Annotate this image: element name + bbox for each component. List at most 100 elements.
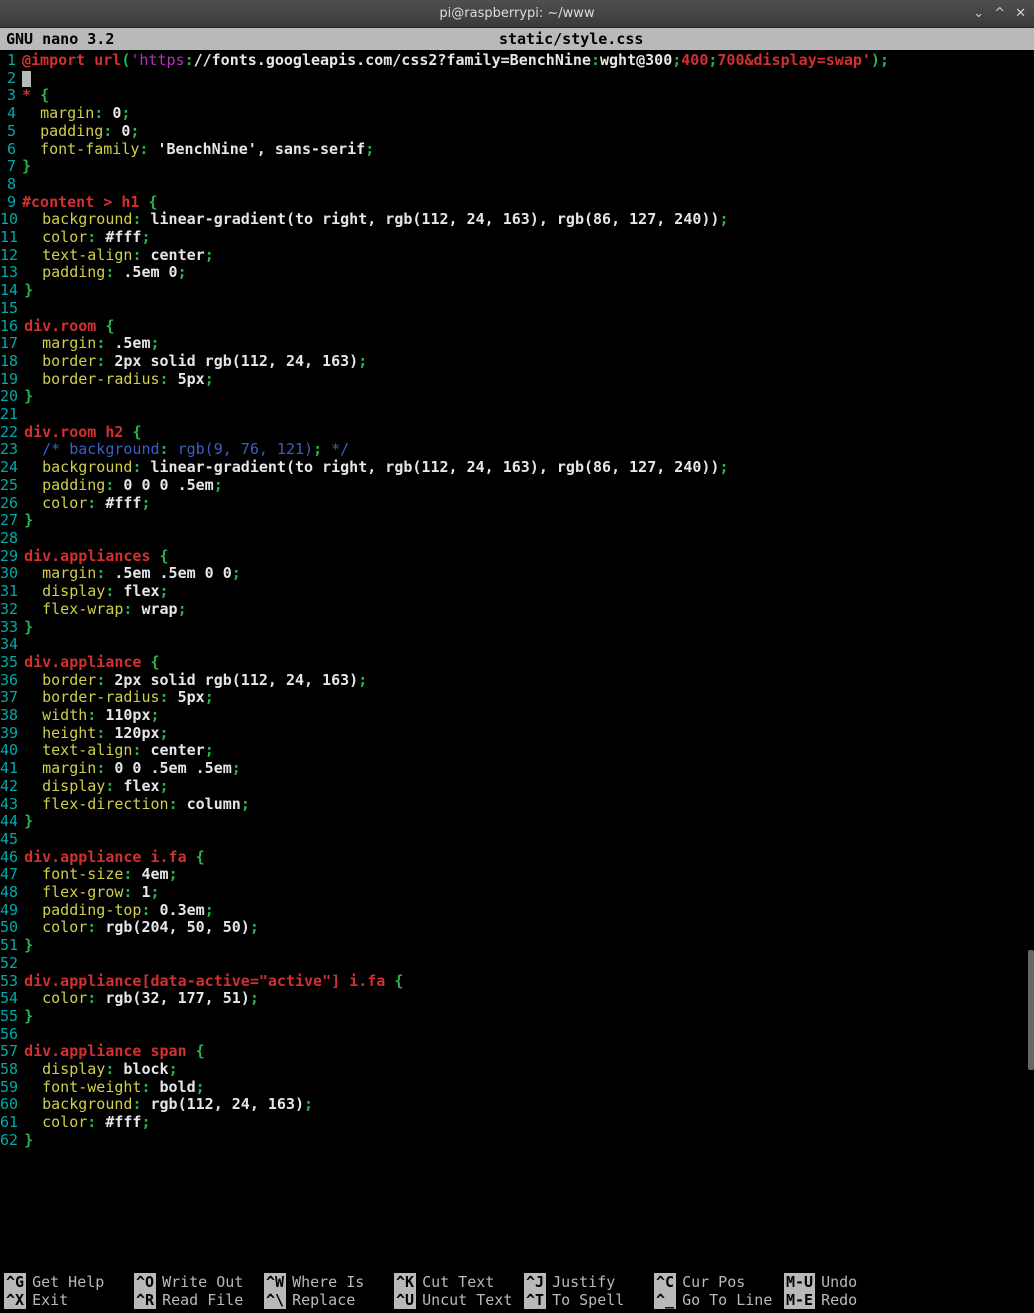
code-content[interactable] bbox=[24, 406, 1034, 424]
code-line[interactable]: 43 flex-direction: column; bbox=[0, 796, 1034, 814]
code-content[interactable]: #content > h1 { bbox=[22, 194, 1034, 212]
code-line[interactable]: 39 height: 120px; bbox=[0, 725, 1034, 743]
code-line[interactable]: 15 bbox=[0, 300, 1034, 318]
code-content[interactable]: } bbox=[24, 512, 1034, 530]
shortcut-item[interactable]: ^GGet Help bbox=[4, 1273, 134, 1291]
code-line[interactable]: 30 margin: .5em .5em 0 0; bbox=[0, 565, 1034, 583]
code-line[interactable]: 4 margin: 0; bbox=[0, 105, 1034, 123]
code-line[interactable]: 36 border: 2px solid rgb(112, 24, 163); bbox=[0, 672, 1034, 690]
shortcut-item[interactable]: ^CCur Pos bbox=[654, 1273, 784, 1291]
code-content[interactable] bbox=[24, 955, 1034, 973]
code-line[interactable]: 2 bbox=[0, 70, 1034, 88]
code-line[interactable]: 9#content > h1 { bbox=[0, 194, 1034, 212]
code-line[interactable]: 19 border-radius: 5px; bbox=[0, 371, 1034, 389]
code-content[interactable]: border: 2px solid rgb(112, 24, 163); bbox=[24, 672, 1034, 690]
code-content[interactable]: div.room h2 { bbox=[24, 424, 1034, 442]
code-content[interactable]: margin: .5em; bbox=[24, 335, 1034, 353]
code-content[interactable] bbox=[24, 530, 1034, 548]
code-content[interactable]: padding: 0; bbox=[22, 123, 1034, 141]
code-line[interactable]: 21 bbox=[0, 406, 1034, 424]
minimize-icon[interactable]: ⌄ bbox=[973, 6, 984, 21]
code-content[interactable]: text-align: center; bbox=[24, 247, 1034, 265]
code-line[interactable]: 31 display: flex; bbox=[0, 583, 1034, 601]
code-content[interactable]: /* background: rgb(9, 76, 121); */ bbox=[24, 441, 1034, 459]
code-content[interactable]: border: 2px solid rgb(112, 24, 163); bbox=[24, 353, 1034, 371]
code-content[interactable]: display: block; bbox=[24, 1061, 1034, 1079]
code-content[interactable]: } bbox=[24, 619, 1034, 637]
code-line[interactable]: 48 flex-grow: 1; bbox=[0, 884, 1034, 902]
code-line[interactable]: 60 background: rgb(112, 24, 163); bbox=[0, 1096, 1034, 1114]
code-content[interactable]: padding: .5em 0; bbox=[24, 264, 1034, 282]
code-content[interactable]: color: #fff; bbox=[24, 495, 1034, 513]
code-line[interactable]: 52 bbox=[0, 955, 1034, 973]
code-content[interactable] bbox=[22, 176, 1034, 194]
code-line[interactable]: 1@import url('https://fonts.googleapis.c… bbox=[0, 52, 1034, 70]
code-content[interactable]: } bbox=[24, 937, 1034, 955]
code-line[interactable]: 11 color: #fff; bbox=[0, 229, 1034, 247]
code-content[interactable]: } bbox=[24, 388, 1034, 406]
shortcut-item[interactable]: ^KCut Text bbox=[394, 1273, 524, 1291]
code-line[interactable]: 28 bbox=[0, 530, 1034, 548]
code-line[interactable]: 51} bbox=[0, 937, 1034, 955]
code-line[interactable]: 20} bbox=[0, 388, 1034, 406]
code-content[interactable]: } bbox=[24, 813, 1034, 831]
code-content[interactable]: color: #fff; bbox=[24, 229, 1034, 247]
code-content[interactable]: div.appliance i.fa { bbox=[24, 849, 1034, 867]
shortcut-item[interactable]: M-ERedo bbox=[784, 1291, 914, 1309]
code-line[interactable]: 35div.appliance { bbox=[0, 654, 1034, 672]
shortcut-item[interactable]: ^XExit bbox=[4, 1291, 134, 1309]
code-line[interactable]: 47 font-size: 4em; bbox=[0, 866, 1034, 884]
code-content[interactable]: background: rgb(112, 24, 163); bbox=[24, 1096, 1034, 1114]
shortcut-item[interactable]: ^RRead File bbox=[134, 1291, 264, 1309]
shortcut-item[interactable]: M-UUndo bbox=[784, 1273, 914, 1291]
shortcut-item[interactable]: ^\Replace bbox=[264, 1291, 394, 1309]
code-content[interactable]: background: linear-gradient(to right, rg… bbox=[24, 459, 1034, 477]
code-content[interactable]: margin: 0; bbox=[22, 105, 1034, 123]
code-line[interactable]: 37 border-radius: 5px; bbox=[0, 689, 1034, 707]
code-line[interactable]: 59 font-weight: bold; bbox=[0, 1079, 1034, 1097]
code-line[interactable]: 32 flex-wrap: wrap; bbox=[0, 601, 1034, 619]
code-line[interactable]: 41 margin: 0 0 .5em .5em; bbox=[0, 760, 1034, 778]
code-line[interactable]: 38 width: 110px; bbox=[0, 707, 1034, 725]
code-content[interactable]: div.appliances { bbox=[24, 548, 1034, 566]
code-line[interactable]: 61 color: #fff; bbox=[0, 1114, 1034, 1132]
code-line[interactable]: 5 padding: 0; bbox=[0, 123, 1034, 141]
code-content[interactable]: flex-grow: 1; bbox=[24, 884, 1034, 902]
code-content[interactable]: display: flex; bbox=[24, 778, 1034, 796]
close-icon[interactable]: ✕ bbox=[1015, 6, 1026, 21]
code-line[interactable]: 10 background: linear-gradient(to right,… bbox=[0, 211, 1034, 229]
code-content[interactable]: width: 110px; bbox=[24, 707, 1034, 725]
shortcut-item[interactable]: ^TTo Spell bbox=[524, 1291, 654, 1309]
code-content[interactable]: color: #fff; bbox=[24, 1114, 1034, 1132]
code-content[interactable]: border-radius: 5px; bbox=[24, 689, 1034, 707]
code-content[interactable]: flex-wrap: wrap; bbox=[24, 601, 1034, 619]
code-line[interactable]: 7} bbox=[0, 158, 1034, 176]
code-content[interactable]: } bbox=[24, 282, 1034, 300]
code-content[interactable]: font-size: 4em; bbox=[24, 866, 1034, 884]
shortcut-item[interactable]: ^UUncut Text bbox=[394, 1291, 524, 1309]
code-content[interactable]: } bbox=[24, 1132, 1034, 1150]
code-content[interactable]: color: rgb(32, 177, 51); bbox=[24, 990, 1034, 1008]
code-content[interactable]: margin: .5em .5em 0 0; bbox=[24, 565, 1034, 583]
code-content[interactable]: div.room { bbox=[24, 318, 1034, 336]
code-line[interactable]: 24 background: linear-gradient(to right,… bbox=[0, 459, 1034, 477]
scrollbar-thumb[interactable] bbox=[1028, 950, 1034, 1070]
code-content[interactable]: font-family: 'BenchNine', sans-serif; bbox=[22, 141, 1034, 159]
code-content[interactable]: margin: 0 0 .5em .5em; bbox=[24, 760, 1034, 778]
maximize-icon[interactable]: ^ bbox=[994, 6, 1005, 21]
shortcut-item[interactable]: ^OWrite Out bbox=[134, 1273, 264, 1291]
code-content[interactable]: background: linear-gradient(to right, rg… bbox=[24, 211, 1034, 229]
code-content[interactable]: height: 120px; bbox=[24, 725, 1034, 743]
shortcut-item[interactable]: ^_Go To Line bbox=[654, 1291, 784, 1309]
code-line[interactable]: 58 display: block; bbox=[0, 1061, 1034, 1079]
code-line[interactable]: 17 margin: .5em; bbox=[0, 335, 1034, 353]
code-line[interactable]: 56 bbox=[0, 1026, 1034, 1044]
code-line[interactable]: 14} bbox=[0, 282, 1034, 300]
editor-area[interactable]: 1@import url('https://fonts.googleapis.c… bbox=[0, 50, 1034, 1271]
code-content[interactable] bbox=[24, 636, 1034, 654]
code-content[interactable]: color: rgb(204, 50, 50); bbox=[24, 919, 1034, 937]
code-line[interactable]: 3* { bbox=[0, 87, 1034, 105]
code-content[interactable] bbox=[24, 300, 1034, 318]
code-line[interactable]: 54 color: rgb(32, 177, 51); bbox=[0, 990, 1034, 1008]
code-line[interactable]: 57div.appliance span { bbox=[0, 1043, 1034, 1061]
